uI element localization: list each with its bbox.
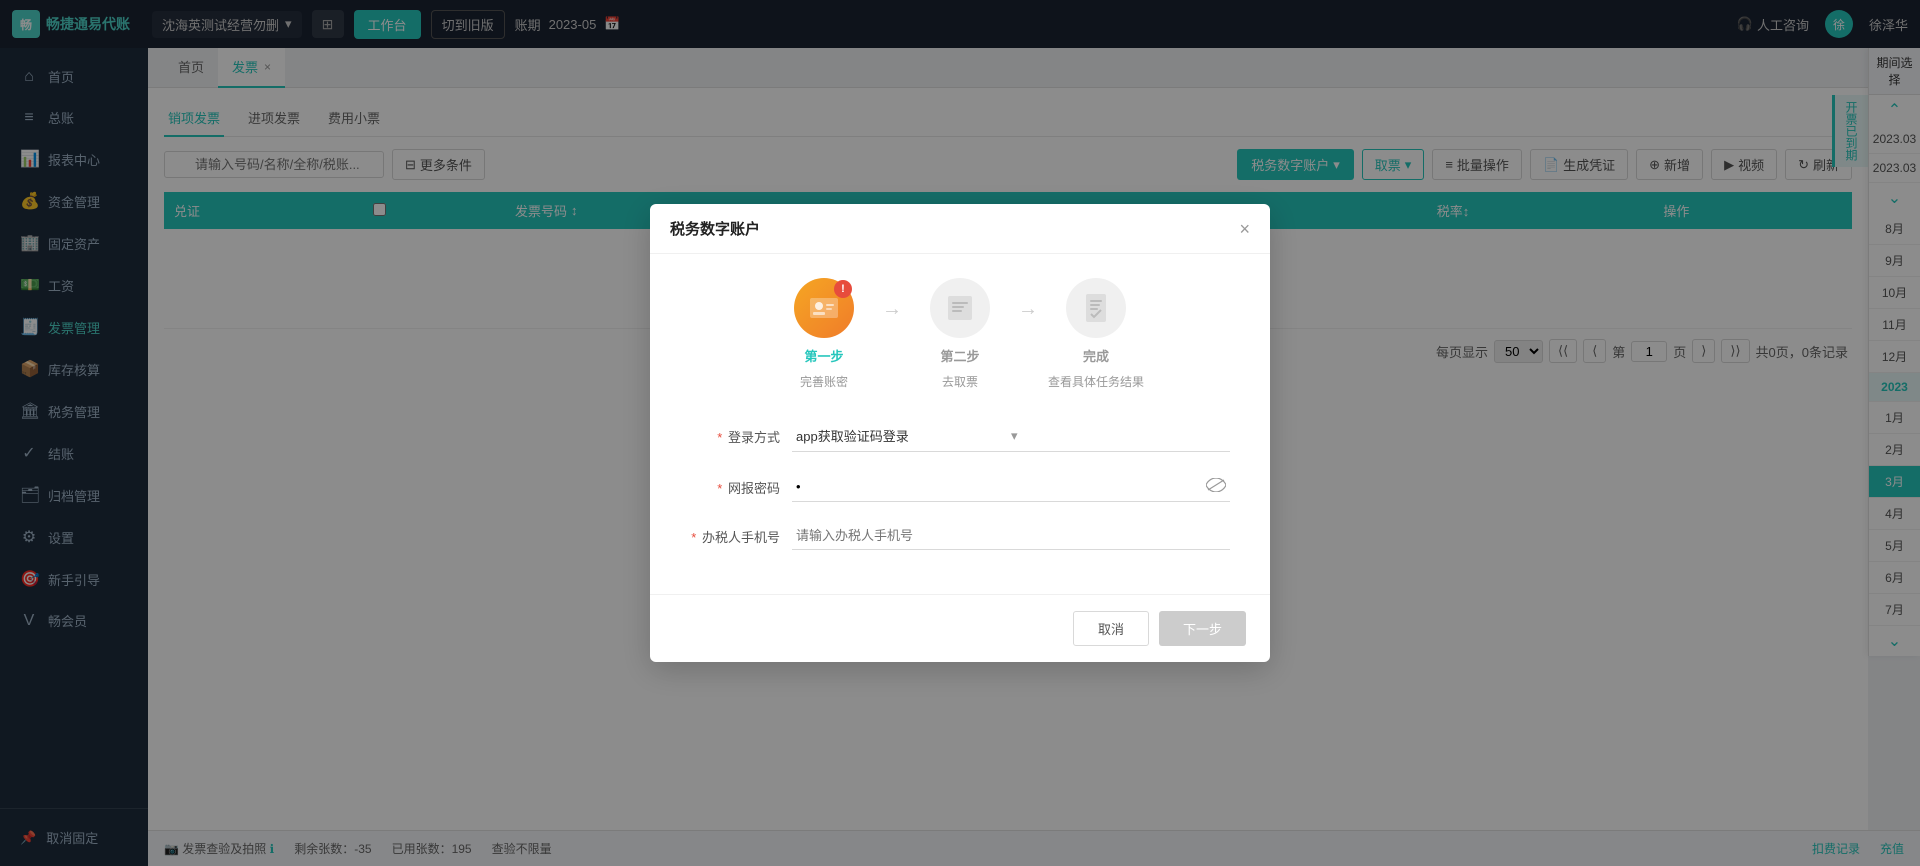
step-1-badge: ! — [834, 280, 852, 298]
modal-overlay[interactable]: 税务数字账户 × — [0, 0, 1920, 866]
password-label: * 网报密码 — [690, 478, 780, 497]
phone-input[interactable] — [792, 522, 1230, 550]
form-row-login-method: * 登录方式 app获取验证码登录 ▾ — [690, 420, 1230, 452]
step-arrow-2: → — [1010, 298, 1046, 321]
form-row-password: * 网报密码 — [690, 472, 1230, 502]
required-star: * — [717, 430, 722, 445]
cancel-button[interactable]: 取消 — [1073, 611, 1149, 646]
modal-body: ! 第一步 完善账密 → — [650, 254, 1270, 594]
modal-header: 税务数字账户 × — [650, 204, 1270, 254]
step-1-label: 第一步 — [804, 346, 843, 365]
required-star-3: * — [691, 530, 696, 545]
step-arrow-1: → — [874, 298, 910, 321]
dropdown-arrow-icon: ▾ — [1011, 428, 1226, 444]
step-1-icon: ! — [794, 278, 854, 338]
steps-row: ! 第一步 完善账密 → — [690, 278, 1230, 390]
modal-footer: 取消 下一步 — [650, 594, 1270, 662]
step-1: ! 第一步 完善账密 — [774, 278, 874, 390]
step-2-label: 第二步 — [940, 346, 979, 365]
step-2: 第二步 去取票 — [910, 278, 1010, 390]
step-1-desc: 完善账密 — [800, 373, 848, 390]
form-row-phone: * 办税人手机号 — [690, 522, 1230, 550]
login-method-select[interactable]: app获取验证码登录 ▾ — [792, 420, 1230, 452]
password-wrapper — [792, 472, 1230, 502]
required-star-2: * — [717, 481, 722, 496]
step-2-icon — [930, 278, 990, 338]
eye-icon[interactable] — [1206, 478, 1226, 495]
next-button[interactable]: 下一步 — [1159, 611, 1246, 646]
password-input[interactable] — [796, 479, 1206, 494]
step-3-label: 完成 — [1083, 346, 1109, 365]
modal-close-btn[interactable]: × — [1239, 220, 1250, 238]
step-3-desc: 查看具体任务结果 — [1048, 373, 1144, 390]
modal-dialog: 税务数字账户 × — [650, 204, 1270, 662]
modal-title: 税务数字账户 — [670, 218, 760, 239]
login-method-label: * 登录方式 — [690, 427, 780, 446]
phone-label: * 办税人手机号 — [690, 527, 780, 546]
step-3-icon — [1066, 278, 1126, 338]
step-3: 完成 查看具体任务结果 — [1046, 278, 1146, 390]
step-2-desc: 去取票 — [942, 373, 978, 390]
